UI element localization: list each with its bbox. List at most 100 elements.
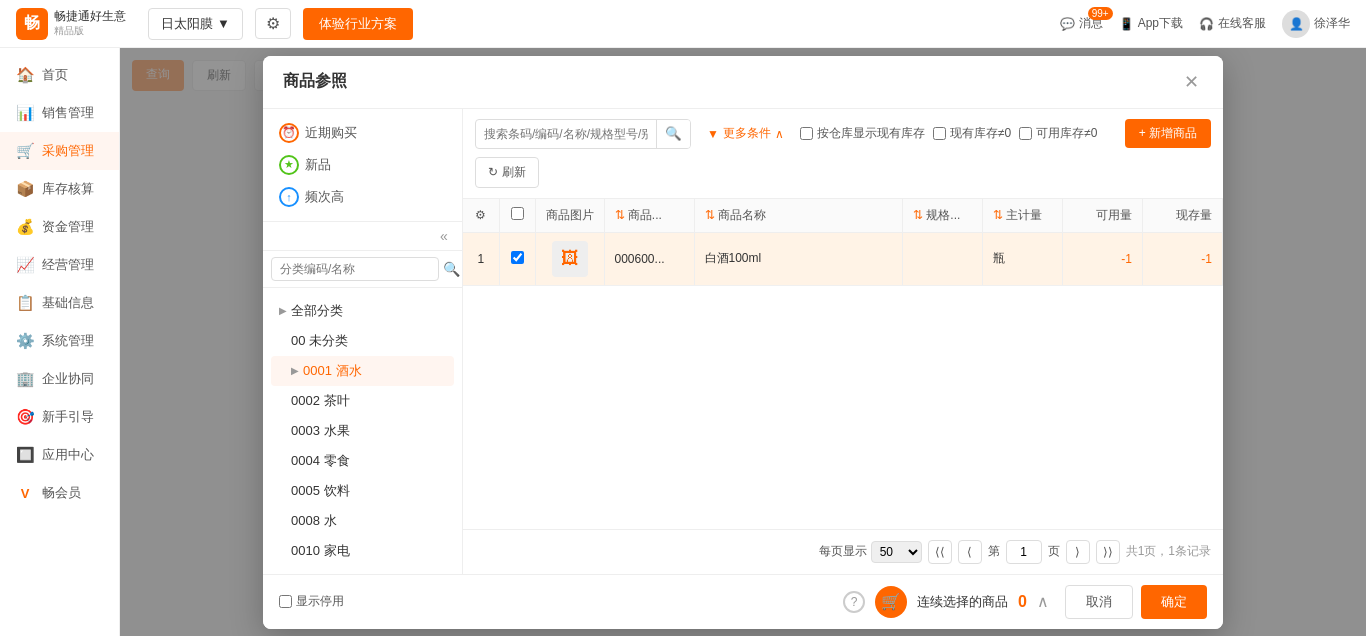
search-product-wrap: 🔍 bbox=[475, 119, 691, 149]
page-size-select[interactable]: 10 20 50 100 bbox=[871, 541, 922, 563]
username: 徐泽华 bbox=[1314, 15, 1350, 32]
check-usable-ne0-label[interactable]: 可用库存≠0 bbox=[1019, 125, 1097, 142]
dialog-body: ⏰ 近期购买 ★ 新品 ↑ 频次高 bbox=[263, 109, 1223, 574]
member-icon: V bbox=[16, 484, 34, 502]
sidebar-item-guide[interactable]: 🎯 新手引导 bbox=[0, 398, 119, 436]
sidebar-item-member[interactable]: V 畅会员 bbox=[0, 474, 119, 512]
sidebar-item-home[interactable]: 🏠 首页 bbox=[0, 56, 119, 94]
row-code-cell: 000600... bbox=[604, 232, 694, 285]
store-dropdown[interactable]: 日太阳膜 ▼ bbox=[148, 8, 243, 40]
sidebar-item-enterprise[interactable]: 🏢 企业协同 bbox=[0, 360, 119, 398]
sidebar-label-base: 基础信息 bbox=[42, 294, 94, 312]
col-name-header[interactable]: ⇅ 商品名称 bbox=[694, 199, 903, 233]
category-item-0003[interactable]: 0003 水果 bbox=[271, 416, 454, 446]
clock-icon: ⏰ bbox=[279, 123, 299, 143]
check-available-ne0-input[interactable] bbox=[933, 127, 946, 140]
category-item-0004[interactable]: 0004 零食 bbox=[271, 446, 454, 476]
pagination: 每页显示 10 20 50 100 ⟨⟨ ⟨ 第 bbox=[463, 529, 1223, 574]
stock-value: -1 bbox=[1201, 252, 1212, 266]
category-label-all: 全部分类 bbox=[291, 302, 343, 320]
check-warehouse-label[interactable]: 按仓库显示现有库存 bbox=[800, 125, 925, 142]
cart-button[interactable]: 🛒 bbox=[875, 586, 907, 618]
category-item-0001[interactable]: ▶ 0001 酒水 bbox=[271, 356, 454, 386]
confirm-button[interactable]: 确定 bbox=[1141, 585, 1207, 619]
prev-page-button[interactable]: ⟨ bbox=[958, 540, 982, 564]
sidebar-item-sales[interactable]: 📊 销售管理 bbox=[0, 94, 119, 132]
col-settings-header[interactable]: ⚙ bbox=[463, 199, 499, 233]
gear-settings-btn[interactable]: ⚙ bbox=[255, 8, 291, 39]
show-disabled-checkbox[interactable] bbox=[279, 595, 292, 608]
sidebar-item-base[interactable]: 📋 基础信息 bbox=[0, 284, 119, 322]
app-download-nav-item[interactable]: 📱 App下载 bbox=[1119, 15, 1183, 32]
sidebar-item-purchase[interactable]: 🛒 采购管理 bbox=[0, 132, 119, 170]
check-available-ne0-text: 现有库存≠0 bbox=[950, 125, 1011, 142]
quick-nav-freq[interactable]: ↑ 频次高 bbox=[271, 181, 454, 213]
first-page-button[interactable]: ⟨⟨ bbox=[928, 540, 952, 564]
category-item-0010[interactable]: 0010 家电 bbox=[271, 536, 454, 566]
chevron-up-icon[interactable]: ∧ bbox=[1037, 592, 1049, 611]
sidebar-item-apps[interactable]: 🔲 应用中心 bbox=[0, 436, 119, 474]
category-search-input[interactable] bbox=[271, 257, 439, 281]
quick-nav-recent[interactable]: ⏰ 近期购买 bbox=[271, 117, 454, 149]
sidebar-label-sales: 销售管理 bbox=[42, 104, 94, 122]
category-search-bar: 🔍 bbox=[263, 251, 462, 288]
category-item-0002[interactable]: 0002 茶叶 bbox=[271, 386, 454, 416]
check-available-ne0-label[interactable]: 现有库存≠0 bbox=[933, 125, 1011, 142]
category-item-0005[interactable]: 0005 饮料 bbox=[271, 476, 454, 506]
dialog-title: 商品参照 bbox=[283, 71, 347, 92]
category-item-all[interactable]: ▶ 全部分类 bbox=[271, 296, 454, 326]
close-button[interactable]: ✕ bbox=[1179, 70, 1203, 94]
refresh-button[interactable]: ↻ 刷新 bbox=[475, 157, 539, 188]
last-page-button[interactable]: ⟩⟩ bbox=[1096, 540, 1120, 564]
refresh-label: 刷新 bbox=[502, 164, 526, 181]
nav-icons-group: 💬 消息 99+ 📱 App下载 🎧 在线客服 👤 徐泽华 bbox=[1060, 10, 1350, 38]
page-number-input[interactable] bbox=[1006, 540, 1042, 564]
category-item-00[interactable]: 00 未分类 bbox=[271, 326, 454, 356]
cancel-button[interactable]: 取消 bbox=[1065, 585, 1133, 619]
collapse-panel-button[interactable]: « bbox=[434, 226, 454, 246]
trial-btn[interactable]: 体验行业方案 bbox=[303, 8, 413, 40]
dialog-header: 商品参照 ✕ bbox=[263, 56, 1223, 109]
more-conditions-button[interactable]: ▼ 更多条件 ∧ bbox=[699, 121, 792, 146]
col-spec-header[interactable]: ⇅ 规格... bbox=[903, 199, 983, 233]
sidebar-item-finance[interactable]: 💰 资金管理 bbox=[0, 208, 119, 246]
category-label-00: 00 未分类 bbox=[291, 332, 348, 350]
sidebar-item-operation[interactable]: 📈 经营管理 bbox=[0, 246, 119, 284]
row-stock-cell: -1 bbox=[1143, 232, 1223, 285]
sidebar-label-guide: 新手引导 bbox=[42, 408, 94, 426]
sidebar-item-system[interactable]: ⚙️ 系统管理 bbox=[0, 322, 119, 360]
chevron-up-icon: ∧ bbox=[775, 127, 784, 141]
row-checkbox[interactable] bbox=[511, 251, 524, 264]
dialog-right-panel: 🔍 ▼ 更多条件 ∧ 按仓库显示现有库存 bbox=[463, 109, 1223, 574]
message-nav-item[interactable]: 💬 消息 99+ bbox=[1060, 15, 1103, 32]
add-product-button[interactable]: + 新增商品 bbox=[1125, 119, 1211, 148]
check-warehouse-input[interactable] bbox=[800, 127, 813, 140]
sidebar-item-inventory[interactable]: 📦 库存核算 bbox=[0, 170, 119, 208]
user-profile-item[interactable]: 👤 徐泽华 bbox=[1282, 10, 1350, 38]
online-service-nav-item[interactable]: 🎧 在线客服 bbox=[1199, 15, 1266, 32]
home-icon: 🏠 bbox=[16, 66, 34, 84]
search-product-input[interactable] bbox=[476, 127, 656, 141]
category-label-0010: 0010 家电 bbox=[291, 542, 350, 560]
help-icon[interactable]: ? bbox=[843, 591, 865, 613]
category-search-icon[interactable]: 🔍 bbox=[443, 261, 460, 277]
category-item-0008[interactable]: 0008 水 bbox=[271, 506, 454, 536]
col-check-header bbox=[499, 199, 535, 233]
quick-nav-new[interactable]: ★ 新品 bbox=[271, 149, 454, 181]
col-unit-header[interactable]: ⇅ 主计量 bbox=[983, 199, 1063, 233]
quick-nav-freq-label: 频次高 bbox=[305, 188, 344, 206]
cart-section: ? 🛒 连续选择的商品 0 ∧ bbox=[843, 586, 1049, 618]
category-label-0005: 0005 饮料 bbox=[291, 482, 350, 500]
expand-arrow-0001-icon: ▶ bbox=[291, 365, 299, 376]
row-checkbox-cell bbox=[499, 232, 535, 285]
check-usable-ne0-input[interactable] bbox=[1019, 127, 1032, 140]
col-code-header[interactable]: ⇅ 商品... bbox=[604, 199, 694, 233]
next-page-button[interactable]: ⟩ bbox=[1066, 540, 1090, 564]
logo-sub: 精品版 bbox=[54, 24, 126, 38]
headset-icon: 🎧 bbox=[1199, 17, 1214, 31]
show-disabled-label[interactable]: 显示停用 bbox=[279, 593, 344, 610]
search-product-button[interactable]: 🔍 bbox=[656, 120, 690, 148]
finance-icon: 💰 bbox=[16, 218, 34, 236]
select-all-checkbox[interactable] bbox=[511, 207, 524, 220]
table-row[interactable]: 1 🖼 bbox=[463, 232, 1223, 285]
